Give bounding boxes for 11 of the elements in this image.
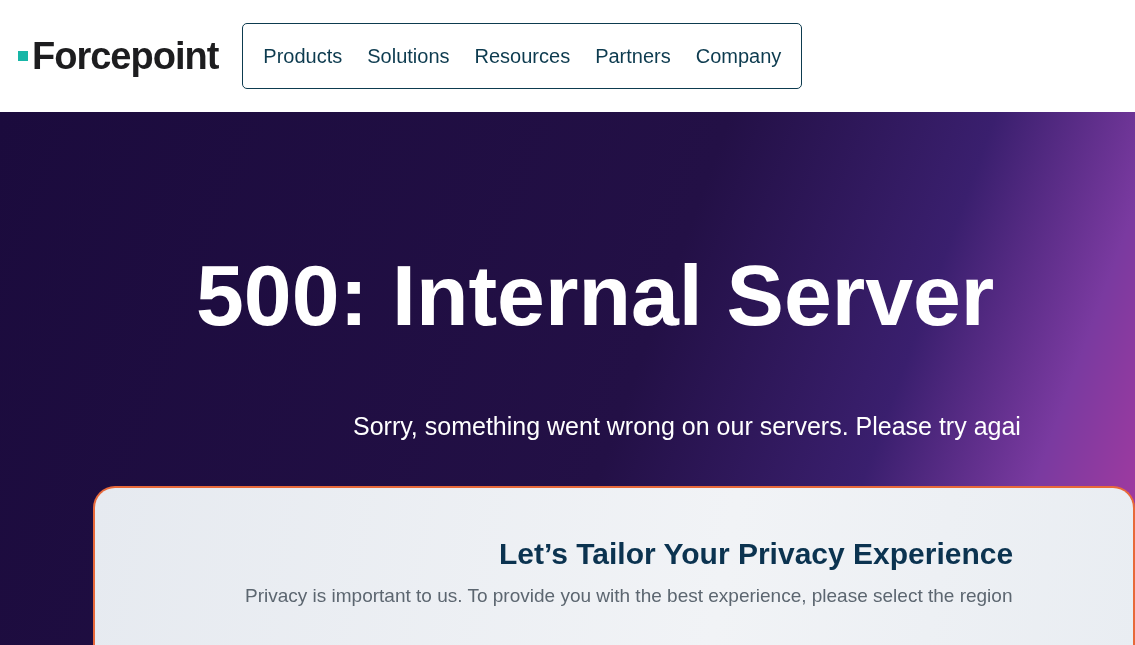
error-title: 500: Internal Server (195, 246, 996, 338)
logo[interactable]: Forcepoint (32, 27, 219, 85)
error-message: Sorry, something went wrong on our servers. Please try agai (352, 411, 1022, 442)
nav-link[interactable]: Solutions (367, 41, 450, 71)
privacy-text: Privacy is important to us. To provide you with the best experience, please select the region (244, 583, 1014, 608)
nav-link[interactable]: Products (263, 41, 343, 71)
nav-link[interactable]: Resources (474, 41, 571, 71)
logo-mark-icon (18, 51, 28, 61)
nav-link[interactable]: Partners (595, 41, 671, 71)
nav-link[interactable]: Company (695, 41, 782, 71)
privacy-title: Let’s Tailor Your Privacy Experience (498, 535, 1015, 572)
